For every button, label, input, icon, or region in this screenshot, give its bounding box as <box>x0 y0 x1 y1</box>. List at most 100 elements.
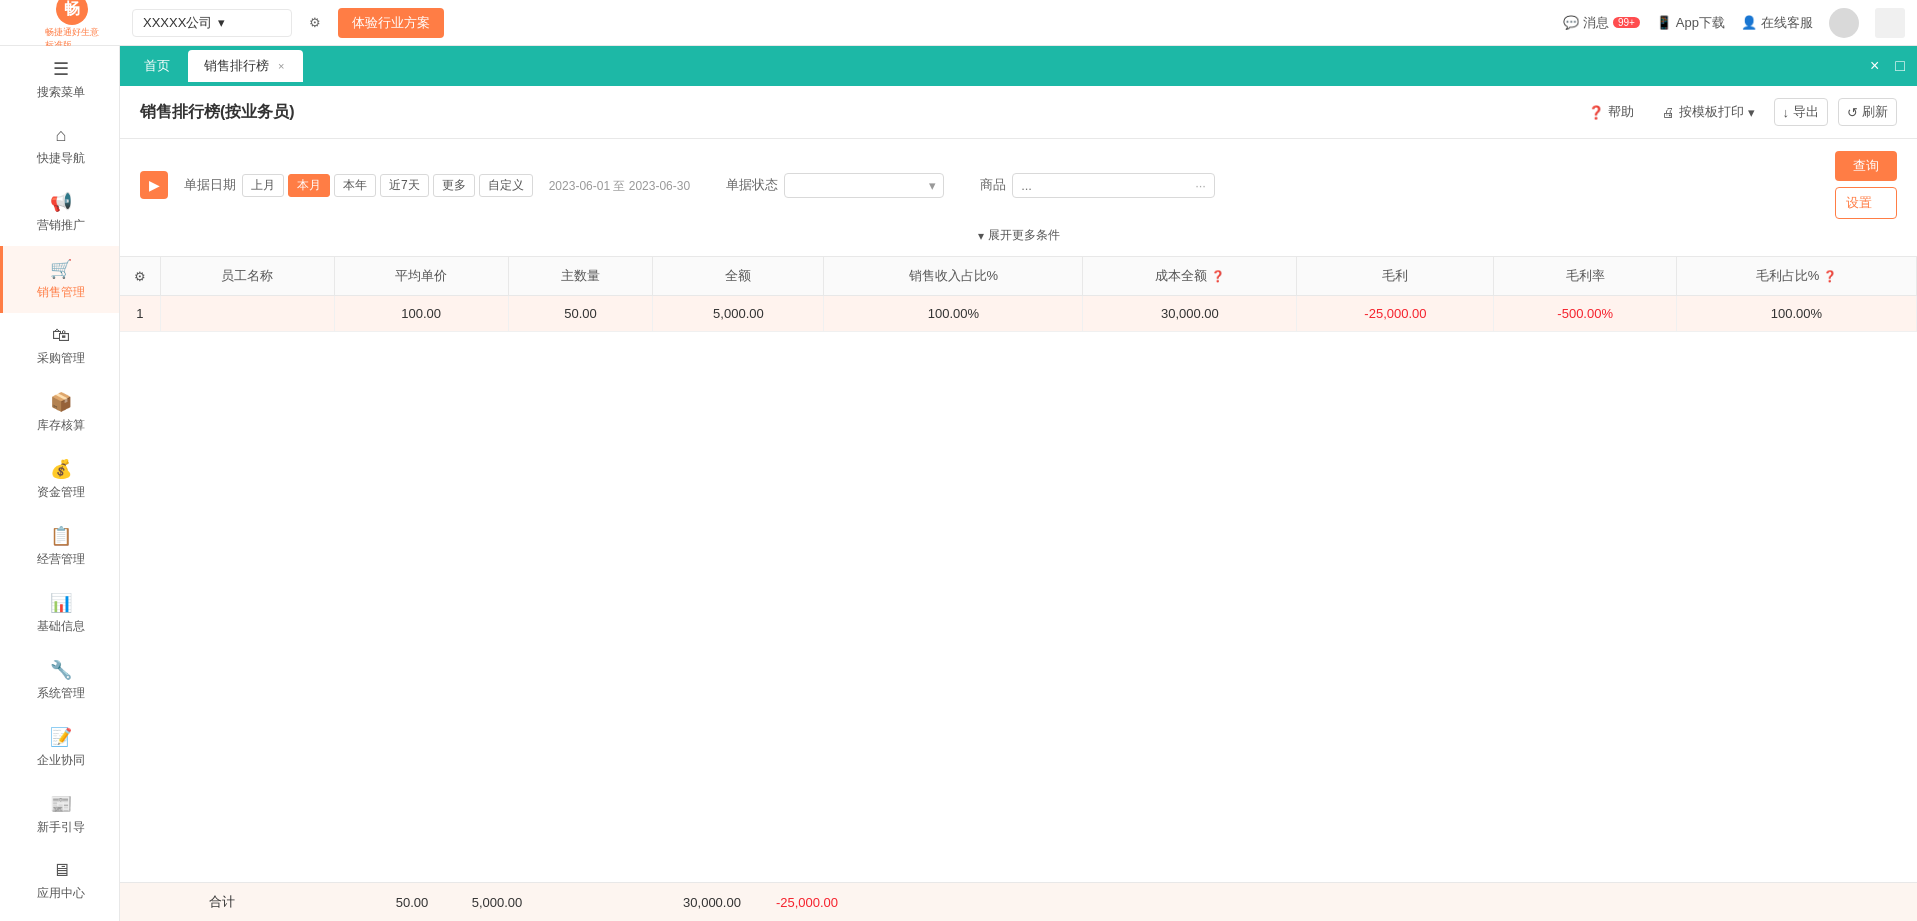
message-icon: 💬 <box>1563 15 1579 30</box>
th-profit-pct: 毛利占比% ❓ <box>1676 257 1916 296</box>
expand-arrow-button[interactable]: ▶ <box>140 171 168 199</box>
sidebar-item-label: 经营管理 <box>37 551 85 568</box>
sidebar-item-sales[interactable]: 🛒 销售管理 <box>0 246 119 313</box>
sidebar-item-label: 采购管理 <box>37 350 85 367</box>
table-header: ⚙ 员工名称 平均单价 主数量 全额 销售收入占比% 成本全额 ❓ 毛利 毛利率 <box>120 257 1917 296</box>
expand-down-icon: ▾ <box>978 229 984 243</box>
footer-quantity-value: 50.00 <box>396 895 429 910</box>
tab-sales-ranking[interactable]: 销售排行榜 × <box>188 50 303 82</box>
date-btn-cur-year[interactable]: 本年 <box>334 174 376 197</box>
user-name-area[interactable] <box>1875 8 1905 38</box>
page-header: 销售排行榜(按业务员) ❓ 帮助 🖨 按模板打印 ▾ ↓ 导出 <box>120 86 1917 139</box>
footer-cost: 30,000.00 <box>662 895 762 910</box>
online-service-label: 在线客服 <box>1761 14 1813 32</box>
sidebar-item-system[interactable]: 🔧 系统管理 <box>0 647 119 714</box>
header-row: ⚙ 员工名称 平均单价 主数量 全额 销售收入占比% 成本全额 ❓ 毛利 毛利率 <box>120 257 1917 296</box>
expand-more-button[interactable]: ▾ 展开更多条件 <box>978 227 1060 244</box>
status-select[interactable] <box>784 173 944 198</box>
sidebar-item-inventory[interactable]: 📦 库存核算 <box>0 379 119 446</box>
print-icon: 🖨 <box>1662 105 1675 120</box>
online-service-button[interactable]: 👤 在线客服 <box>1741 14 1813 32</box>
sidebar-item-newbie[interactable]: 📰 新手引导 <box>0 781 119 848</box>
enterprise-icon: 📝 <box>50 726 72 748</box>
th-profit: 毛利 <box>1297 257 1494 296</box>
date-btn-cur-month[interactable]: 本月 <box>288 174 330 197</box>
sidebar-item-label: 应用中心 <box>37 885 85 902</box>
company-name: XXXXX公司 <box>143 14 212 32</box>
th-quantity: 主数量 <box>508 257 653 296</box>
sidebar-item-finance[interactable]: 💰 资金管理 <box>0 446 119 513</box>
page-actions: ❓ 帮助 🖨 按模板打印 ▾ ↓ 导出 ↺ 刷新 <box>1579 98 1898 126</box>
date-btn-more[interactable]: 更多 <box>433 174 475 197</box>
query-button[interactable]: 查询 <box>1835 151 1897 181</box>
sidebar-item-purchase[interactable]: 🛍 采购管理 <box>0 313 119 379</box>
refresh-label: 刷新 <box>1862 103 1888 121</box>
footer-label: 合计 <box>172 893 272 911</box>
footer-profit: -25,000.00 <box>762 895 852 910</box>
expand-more-label: 展开更多条件 <box>988 227 1060 244</box>
cell-profit-rate: -500.00% <box>1494 296 1676 332</box>
print-button[interactable]: 🖨 按模板打印 ▾ <box>1653 98 1764 126</box>
export-icon: ↓ <box>1783 105 1790 120</box>
settings-button[interactable]: ⚙ <box>300 8 330 38</box>
avatar[interactable] <box>1829 8 1859 38</box>
cell-rank: 1 <box>120 296 160 332</box>
date-label: 单据日期 <box>184 176 236 194</box>
app-download-button[interactable]: 📱 App下载 <box>1656 14 1725 32</box>
tab-close-all-icon[interactable]: × <box>1866 53 1883 79</box>
th-settings[interactable]: ⚙ <box>120 257 160 296</box>
chevron-down-icon: ▾ <box>218 15 225 30</box>
sidebar-item-quicknav[interactable]: ⌂ 快捷导航 <box>0 113 119 179</box>
message-button[interactable]: 💬 消息 99+ <box>1563 14 1640 32</box>
date-btn-7days[interactable]: 近7天 <box>380 174 429 197</box>
help-icon: ❓ <box>1588 105 1604 120</box>
th-sales-pct: 销售收入占比% <box>824 257 1083 296</box>
help-button[interactable]: ❓ 帮助 <box>1579 98 1643 126</box>
sidebar-item-enterprise[interactable]: 📝 企业协同 <box>0 714 119 781</box>
settings-link[interactable]: 设置 <box>1835 187 1897 219</box>
tab-close-icon[interactable]: × <box>275 59 287 73</box>
tab-home[interactable]: 首页 <box>128 50 186 82</box>
tab-maximize-icon[interactable]: □ <box>1891 53 1909 79</box>
help-label: 帮助 <box>1608 103 1634 121</box>
table-footer: 合计 50.00 5,000.00 30,000.00 -25,000.00 <box>120 882 1917 921</box>
tab-home-label: 首页 <box>144 57 170 75</box>
th-cost: 成本全额 ❓ <box>1083 257 1297 296</box>
date-btn-custom[interactable]: 自定义 <box>479 174 533 197</box>
header-right: 💬 消息 99+ 📱 App下载 👤 在线客服 <box>1563 8 1905 38</box>
sidebar-item-management[interactable]: 📋 经营管理 <box>0 513 119 580</box>
sidebar-item-label: 营销推广 <box>37 217 85 234</box>
sidebar-item-weixin[interactable]: 💬 企业微信 <box>0 914 119 921</box>
app-icon: 🖥 <box>52 860 70 881</box>
goods-label: 商品 <box>980 176 1006 194</box>
message-label: 消息 <box>1583 14 1609 32</box>
export-button[interactable]: ↓ 导出 <box>1774 98 1829 126</box>
footer-amount-value: 5,000.00 <box>472 895 523 910</box>
sidebar-item-label: 新手引导 <box>37 819 85 836</box>
sidebar-item-basic[interactable]: 📊 基础信息 <box>0 580 119 647</box>
goods-input[interactable] <box>1021 178 1189 193</box>
sidebar-item-search[interactable]: ☰ 搜索菜单 <box>0 46 119 113</box>
sidebar-item-label: 基础信息 <box>37 618 85 635</box>
newbie-icon: 📰 <box>50 793 72 815</box>
sidebar-item-marketing[interactable]: 📢 营销推广 <box>0 179 119 246</box>
system-icon: 🔧 <box>50 659 72 681</box>
search-menu-icon: ☰ <box>53 58 69 80</box>
inventory-icon: 📦 <box>50 391 72 413</box>
company-selector[interactable]: XXXXX公司 ▾ <box>132 9 292 37</box>
print-chevron-icon: ▾ <box>1748 105 1755 120</box>
table-body: 1 100.00 50.00 5,000.00 100.00% 30,000.0… <box>120 296 1917 332</box>
trial-button[interactable]: 体验行业方案 <box>338 8 444 38</box>
column-settings-icon[interactable]: ⚙ <box>134 269 146 284</box>
refresh-button[interactable]: ↺ 刷新 <box>1838 98 1897 126</box>
th-avg-price: 平均单价 <box>334 257 508 296</box>
cell-name <box>160 296 334 332</box>
finance-icon: 💰 <box>50 458 72 480</box>
sidebar-item-label: 资金管理 <box>37 484 85 501</box>
sidebar-item-appcenter[interactable]: 🖥 应用中心 <box>0 848 119 914</box>
main-layout: ☰ 搜索菜单 ⌂ 快捷导航 📢 营销推广 🛒 销售管理 🛍 采购管理 📦 库存核… <box>0 46 1917 921</box>
date-btn-prev-month[interactable]: 上月 <box>242 174 284 197</box>
profit-pct-help-icon[interactable]: ❓ <box>1823 270 1837 282</box>
footer-amount: 5,000.00 <box>452 895 542 910</box>
cost-help-icon[interactable]: ❓ <box>1211 270 1225 282</box>
